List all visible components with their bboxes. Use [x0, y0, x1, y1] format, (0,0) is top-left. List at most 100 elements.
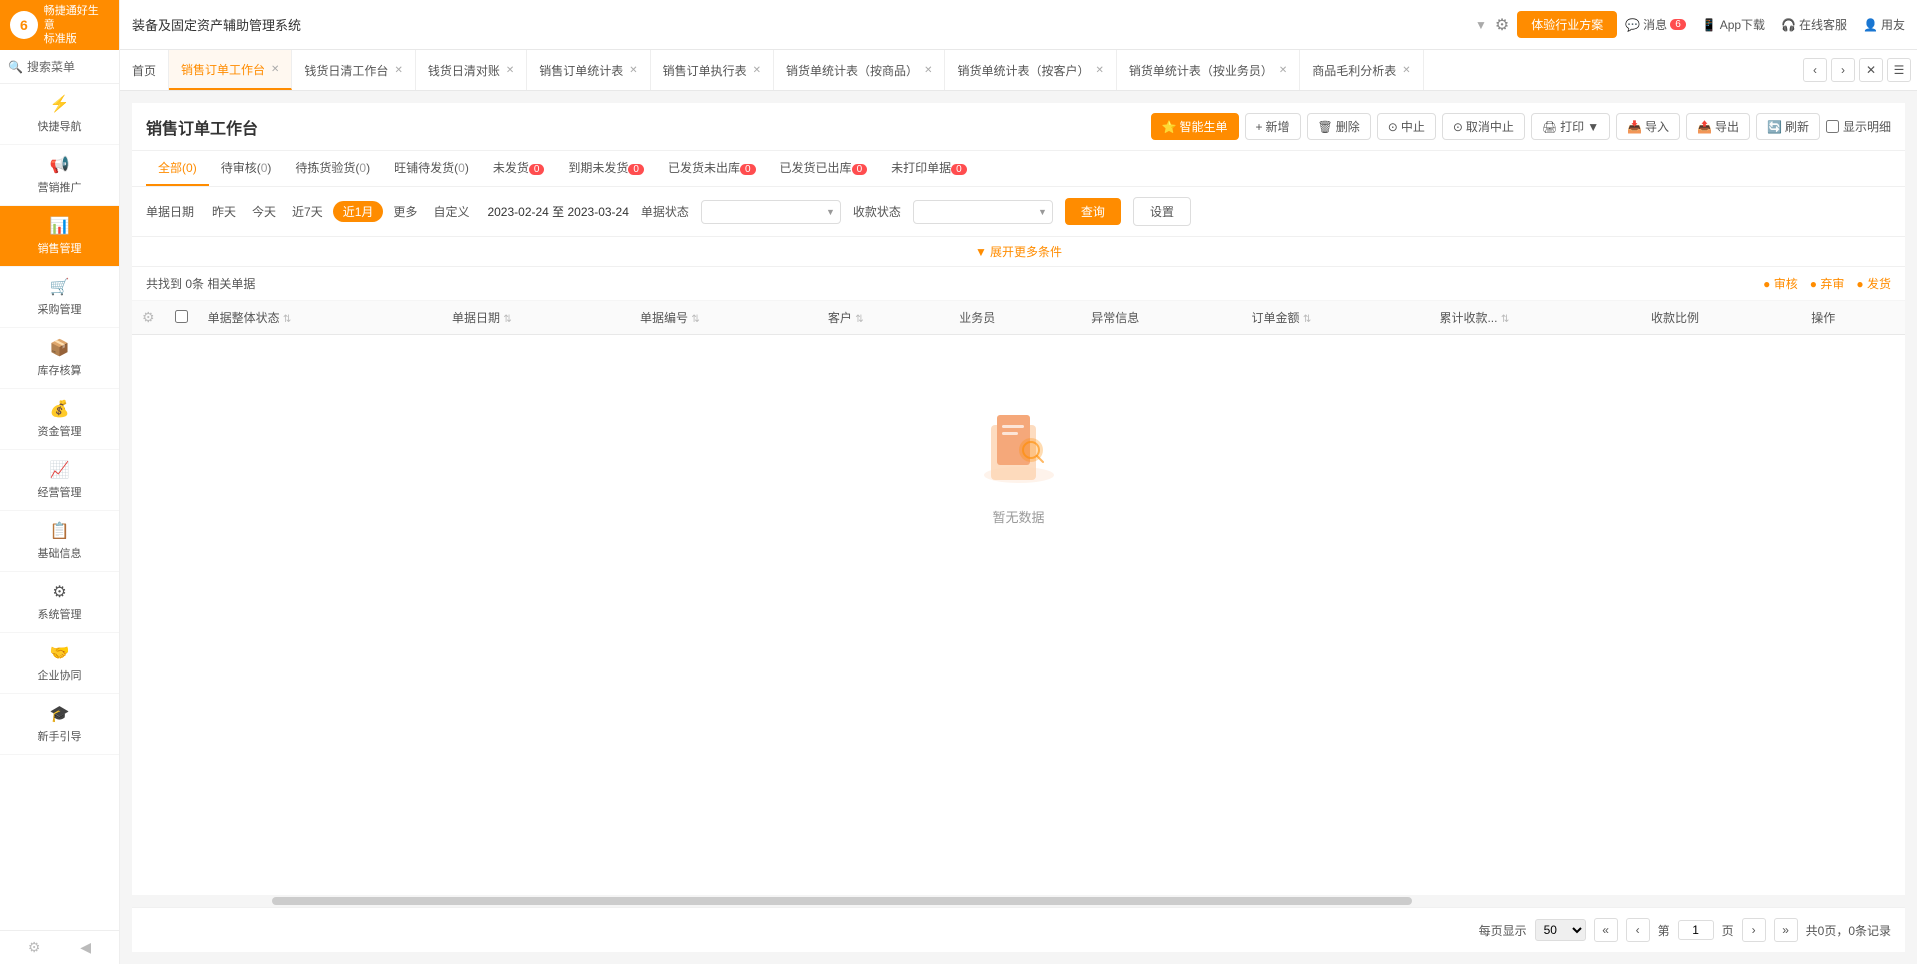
print-button[interactable]: 🖨 打印 ▼	[1531, 113, 1610, 140]
filter-tab-overdue-not-shipped[interactable]: 到期未发货0	[556, 151, 656, 186]
sidebar-item-operations[interactable]: 📈 经营管理	[0, 450, 119, 511]
tab-next-btn[interactable]: ›	[1831, 58, 1855, 82]
prev-page-button[interactable]: ‹	[1626, 918, 1650, 942]
message-badge: 6	[1670, 19, 1686, 30]
sidebar-item-sales[interactable]: 📊 销售管理	[0, 206, 119, 267]
sidebar-item-marketing[interactable]: 📢 营销推广	[0, 145, 119, 206]
sidebar-item-system[interactable]: ⚙ 系统管理	[0, 572, 119, 633]
horizontal-scrollbar[interactable]	[132, 895, 1905, 907]
industry-solution-button[interactable]: 体验行业方案	[1517, 11, 1617, 38]
scrollbar-thumb[interactable]	[272, 897, 1412, 905]
sidebar-item-quick-nav[interactable]: ⚡ 快捷导航	[0, 84, 119, 145]
tab-sales-summary-product[interactable]: 销货单统计表（按商品） ✕	[774, 50, 945, 90]
filter-settings-button[interactable]: 设置	[1133, 197, 1191, 226]
cancel-stop-button[interactable]: ⊙ 取消中止	[1442, 113, 1525, 140]
tab-gross-analysis[interactable]: 商品毛利分析表 ✕	[1300, 50, 1423, 90]
enterprise-icon: 🤝	[50, 643, 70, 663]
tab-close-sales-workbench[interactable]: ✕	[271, 64, 279, 75]
filter-tab-wangpu-pending[interactable]: 旺铺待发货(0)	[382, 151, 481, 186]
sidebar-item-guide[interactable]: 🎓 新手引导	[0, 694, 119, 755]
page-size-select[interactable]: 50 10 20 100	[1535, 919, 1586, 941]
add-button[interactable]: + 新增	[1245, 113, 1301, 140]
last7-btn[interactable]: 近7天	[286, 201, 329, 222]
tab-menu-btn[interactable]: ☰	[1887, 58, 1911, 82]
tab-prev-btn[interactable]: ‹	[1803, 58, 1827, 82]
system-title: 装备及固定资产辅助管理系统	[132, 15, 1467, 34]
export-button[interactable]: 📤 导出	[1686, 113, 1750, 140]
tab-cash-reconcile[interactable]: 钱货日清对账 ✕	[416, 50, 527, 90]
sidebar-search[interactable]: 🔍 搜索菜单	[0, 50, 119, 84]
sidebar-settings-icon[interactable]: ⚙	[28, 939, 41, 956]
last1month-btn[interactable]: 近1月	[333, 201, 384, 222]
filter-tab-not-printed[interactable]: 未打印单据0	[879, 151, 979, 186]
table-settings-icon[interactable]: ⚙	[142, 309, 155, 325]
status-select[interactable]	[701, 200, 841, 224]
tab-sales-workbench[interactable]: 销售订单工作台 ✕	[169, 50, 292, 90]
online-support-action[interactable]: 🎧 在线客服	[1781, 16, 1847, 33]
sidebar-item-purchase[interactable]: 🛒 采购管理	[0, 267, 119, 328]
sidebar-item-finance[interactable]: 💰 资金管理	[0, 389, 119, 450]
collected-sort-icon[interactable]: ⇅	[1501, 314, 1509, 325]
last-page-button[interactable]: »	[1774, 918, 1798, 942]
amount-sort-icon[interactable]: ⇅	[1303, 314, 1311, 325]
tab-cash-daily[interactable]: 钱货日清工作台 ✕	[292, 50, 415, 90]
tab-close-cash-reconcile[interactable]: ✕	[506, 65, 514, 76]
today-btn[interactable]: 今天	[246, 201, 282, 222]
tab-home[interactable]: 首页	[120, 50, 169, 90]
tab-sales-summary-staff[interactable]: 销货单统计表（按业务员） ✕	[1117, 50, 1300, 90]
stop-button[interactable]: ⊙ 中止	[1377, 113, 1436, 140]
filter-tab-shipped-not-out[interactable]: 已发货未出库0	[656, 151, 768, 186]
topbar-settings-icon[interactable]: ⚙	[1495, 15, 1509, 35]
app-download-action[interactable]: 📱 App下载	[1702, 16, 1765, 33]
sidebar-item-basic-info[interactable]: 📋 基础信息	[0, 511, 119, 572]
tab-close-sales-stats[interactable]: ✕	[629, 65, 637, 76]
tab-close-sales-summary-staff[interactable]: ✕	[1279, 65, 1287, 76]
review-action-link[interactable]: ● 审核	[1763, 275, 1798, 292]
tab-close-sales-summary-customer[interactable]: ✕	[1095, 65, 1103, 76]
date-sort-icon[interactable]: ⇅	[503, 314, 511, 325]
pay-status-select[interactable]	[913, 200, 1053, 224]
tab-sales-summary-customer[interactable]: 销货单统计表（按客户） ✕	[945, 50, 1116, 90]
current-page-input[interactable]	[1678, 920, 1714, 940]
th-settings[interactable]: ⚙	[132, 301, 165, 335]
th-checkbox[interactable]	[165, 301, 198, 335]
topbar-dropdown-icon[interactable]: ▼	[1475, 18, 1487, 32]
smart-create-button[interactable]: ⭐ 智能生单	[1151, 113, 1239, 140]
tab-close-all-btn[interactable]: ✕	[1859, 58, 1883, 82]
number-sort-icon[interactable]: ⇅	[691, 314, 699, 325]
tab-close-gross-analysis[interactable]: ✕	[1402, 65, 1410, 76]
tab-close-sales-summary-product[interactable]: ✕	[924, 65, 932, 76]
delete-button[interactable]: 🗑 删除	[1307, 113, 1371, 140]
filter-tab-pending-review[interactable]: 待审核(0)	[209, 151, 284, 186]
cancel-review-action-link[interactable]: ● 弃审	[1810, 275, 1845, 292]
more-date-btn[interactable]: 更多	[387, 201, 423, 222]
sidebar-item-enterprise[interactable]: 🤝 企业协同	[0, 633, 119, 694]
tab-close-cash-daily[interactable]: ✕	[394, 65, 402, 76]
query-button[interactable]: 查询	[1065, 198, 1121, 225]
filter-tab-pending-inspect[interactable]: 待拣货验货(0)	[283, 151, 382, 186]
refresh-icon: 🔄	[1767, 120, 1782, 134]
expand-filters-button[interactable]: ▼ 展开更多条件	[975, 243, 1062, 260]
customer-sort-icon[interactable]: ⇅	[855, 314, 863, 325]
custom-date-btn[interactable]: 自定义	[427, 201, 475, 222]
next-page-button[interactable]: ›	[1742, 918, 1766, 942]
filter-tab-all[interactable]: 全部(0)	[146, 151, 209, 186]
tab-close-sales-exec[interactable]: ✕	[753, 65, 761, 76]
tab-sales-stats[interactable]: 销售订单统计表 ✕	[527, 50, 650, 90]
show-detail-checkbox[interactable]	[1826, 120, 1839, 133]
status-sort-icon[interactable]: ⇅	[283, 314, 291, 325]
sidebar-item-inventory[interactable]: 📦 库存核算	[0, 328, 119, 389]
first-page-button[interactable]: «	[1594, 918, 1618, 942]
tab-sales-exec[interactable]: 销售订单执行表 ✕	[651, 50, 774, 90]
yesterday-btn[interactable]: 昨天	[206, 201, 242, 222]
filter-tab-not-shipped[interactable]: 未发货0	[481, 151, 557, 186]
message-action[interactable]: 💬 消息 6	[1625, 16, 1686, 33]
sidebar-collapse-icon[interactable]: ◀	[80, 939, 91, 956]
import-button[interactable]: 📥 导入	[1616, 113, 1680, 140]
filter-tab-shipped-out[interactable]: 已发货已出库0	[768, 151, 880, 186]
user-action[interactable]: 👤 用友	[1863, 16, 1905, 33]
select-all-checkbox[interactable]	[175, 310, 188, 323]
refresh-button[interactable]: 🔄 刷新	[1756, 113, 1820, 140]
ship-action-link[interactable]: ● 发货	[1856, 275, 1891, 292]
show-detail-checkbox-label[interactable]: 显示明细	[1826, 118, 1891, 135]
